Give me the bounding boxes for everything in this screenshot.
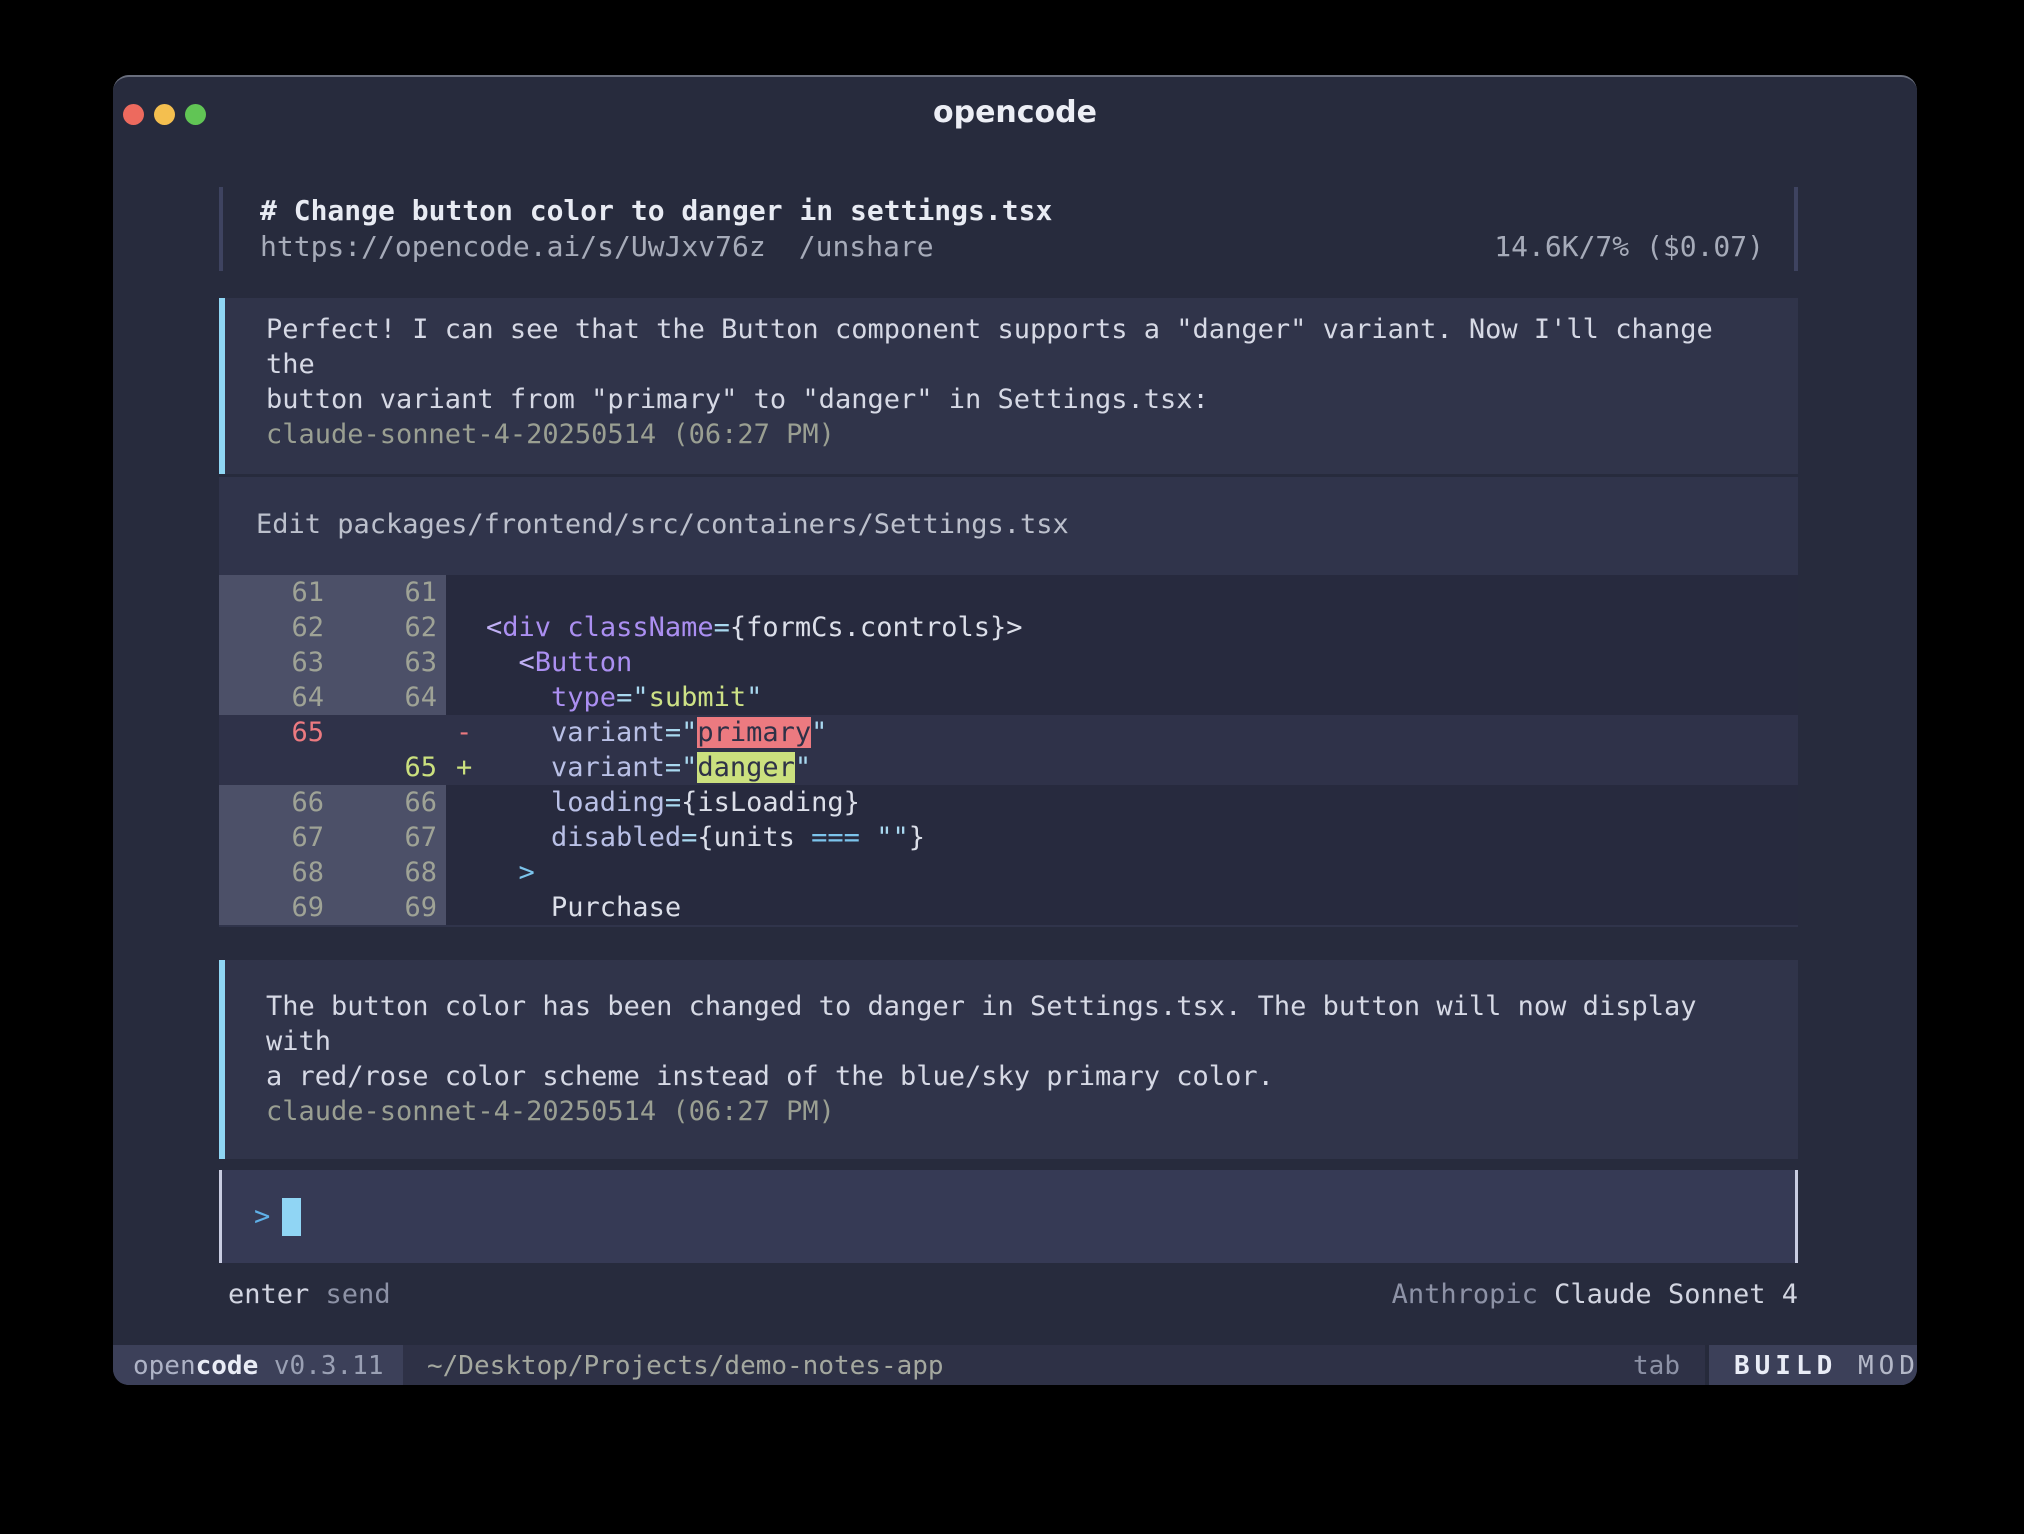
code-line: > bbox=[486, 855, 1798, 890]
diff-row: 6666 loading={isLoading} bbox=[219, 785, 1798, 820]
diff-row: 6868 > bbox=[219, 855, 1798, 890]
diff-marker bbox=[446, 575, 486, 610]
send-action-hint: send bbox=[326, 1279, 391, 1310]
old-line-number: 65 bbox=[219, 715, 324, 750]
assistant-message: The button color has been changed to dan… bbox=[219, 960, 1798, 1159]
diff-marker: - bbox=[446, 715, 486, 750]
working-directory: ~/Desktop/Projects/demo-notes-app bbox=[403, 1345, 1633, 1385]
diff-gutter: 6262 bbox=[219, 610, 446, 645]
code-line: disabled={units === ""} bbox=[486, 820, 1798, 855]
brand-code: code bbox=[196, 1351, 259, 1381]
code-line: <div className={formCs.controls}> bbox=[486, 610, 1798, 645]
diff-marker bbox=[446, 855, 486, 890]
model-label: Claude Sonnet 4 bbox=[1554, 1279, 1798, 1310]
message-meta: claude-sonnet-4-20250514 (06:27 PM) bbox=[266, 417, 1758, 452]
message-meta: claude-sonnet-4-20250514 (06:27 PM) bbox=[266, 1094, 1758, 1129]
diff-row: 65 + variant="danger" bbox=[219, 750, 1798, 785]
status-bar: opencode v0.3.11 ~/Desktop/Projects/demo… bbox=[113, 1345, 1917, 1385]
code-line: variant="danger" bbox=[486, 750, 1798, 785]
mode-toggle[interactable]: BUILD MODE bbox=[1705, 1345, 1917, 1385]
opencode-terminal-window: opencode # Change button color to danger… bbox=[113, 75, 1917, 1385]
diff-gutter: 6767 bbox=[219, 820, 446, 855]
old-line-number bbox=[219, 750, 324, 785]
message-line: a red/rose color scheme instead of the b… bbox=[266, 1059, 1758, 1094]
window-title: opencode bbox=[113, 95, 1917, 130]
message-lines: Perfect! I can see that the Button compo… bbox=[266, 312, 1758, 417]
code-line: loading={isLoading} bbox=[486, 785, 1798, 820]
old-line-number: 66 bbox=[219, 785, 324, 820]
new-line-number: 68 bbox=[324, 855, 437, 890]
diff-marker bbox=[446, 610, 486, 645]
old-line-number: 64 bbox=[219, 680, 324, 715]
footer-hints: enter send Anthropic Claude Sonnet 4 bbox=[228, 1277, 1798, 1312]
edit-tool-card: Edit packages/frontend/src/containers/Se… bbox=[219, 477, 1798, 927]
diff-marker bbox=[446, 890, 486, 925]
assistant-message: Perfect! I can see that the Button compo… bbox=[219, 298, 1798, 474]
diff-marker bbox=[446, 645, 486, 680]
diff-gutter: 65 bbox=[219, 750, 446, 785]
diff-gutter: 6666 bbox=[219, 785, 446, 820]
new-line-number: 65 bbox=[324, 750, 437, 785]
prompt-input[interactable]: > bbox=[219, 1170, 1798, 1263]
diff-row: 6363 <Button bbox=[219, 645, 1798, 680]
new-line-number: 63 bbox=[324, 645, 437, 680]
text-cursor bbox=[282, 1198, 301, 1236]
edit-tool-title: Edit packages/frontend/src/containers/Se… bbox=[219, 507, 1798, 542]
new-line-number: 62 bbox=[324, 610, 437, 645]
old-line-number: 67 bbox=[219, 820, 324, 855]
old-line-number: 62 bbox=[219, 610, 324, 645]
diff-row: 65 - variant="primary" bbox=[219, 715, 1798, 750]
diff-row: 6161 bbox=[219, 575, 1798, 610]
diff-marker bbox=[446, 680, 486, 715]
code-line bbox=[486, 575, 1798, 610]
code-line: variant="primary" bbox=[486, 715, 1798, 750]
session-title: # Change button color to danger in setti… bbox=[260, 193, 1764, 229]
new-line-number: 69 bbox=[324, 890, 437, 925]
diff-gutter: 6161 bbox=[219, 575, 446, 610]
code-line: type="submit" bbox=[486, 680, 1798, 715]
new-line-number: 61 bbox=[324, 575, 437, 610]
diff-gutter: 6868 bbox=[219, 855, 446, 890]
diff-marker bbox=[446, 820, 486, 855]
mode-secondary: MODE bbox=[1858, 1351, 1917, 1381]
message-line: button variant from "primary" to "danger… bbox=[266, 382, 1758, 417]
unshare-command[interactable]: /unshare bbox=[799, 229, 934, 265]
share-url-link[interactable]: https://opencode.ai/s/UwJxv76z bbox=[260, 229, 766, 265]
diff-view: 61616262 <div className={formCs.controls}… bbox=[219, 575, 1798, 925]
context-stats: 14.6K/7% ($0.07) bbox=[1494, 229, 1764, 265]
new-line-number: 66 bbox=[324, 785, 437, 820]
diff-gutter: 6363 bbox=[219, 645, 446, 680]
old-line-number: 68 bbox=[219, 855, 324, 890]
diff-gutter: 65 bbox=[219, 715, 446, 750]
code-line: <Button bbox=[486, 645, 1798, 680]
provider-label: Anthropic bbox=[1392, 1279, 1538, 1310]
old-line-number: 63 bbox=[219, 645, 324, 680]
new-line-number: 67 bbox=[324, 820, 437, 855]
code-line: Purchase bbox=[486, 890, 1798, 925]
tab-key-hint: tab bbox=[1633, 1345, 1705, 1385]
message-lines: The button color has been changed to dan… bbox=[266, 989, 1758, 1094]
diff-row: 6464 type="submit" bbox=[219, 680, 1798, 715]
message-line: Perfect! I can see that the Button compo… bbox=[266, 312, 1758, 382]
prompt-chevron: > bbox=[254, 1201, 270, 1232]
diff-row: 6262 <div className={formCs.controls}> bbox=[219, 610, 1798, 645]
diff-marker bbox=[446, 785, 486, 820]
mode-primary: BUILD bbox=[1734, 1351, 1837, 1381]
app-version-badge: opencode v0.3.11 bbox=[113, 1345, 403, 1385]
brand-open: open bbox=[133, 1351, 196, 1381]
diff-row: 6767 disabled={units === ""} bbox=[219, 820, 1798, 855]
diff-gutter: 6969 bbox=[219, 890, 446, 925]
diff-row: 6969 Purchase bbox=[219, 890, 1798, 925]
message-line: The button color has been changed to dan… bbox=[266, 989, 1758, 1059]
enter-key-hint: enter bbox=[228, 1279, 309, 1310]
old-line-number: 61 bbox=[219, 575, 324, 610]
diff-marker: + bbox=[446, 750, 486, 785]
new-line-number: 64 bbox=[324, 680, 437, 715]
session-header: # Change button color to danger in setti… bbox=[219, 187, 1798, 271]
diff-gutter: 6464 bbox=[219, 680, 446, 715]
old-line-number: 69 bbox=[219, 890, 324, 925]
new-line-number bbox=[324, 715, 437, 750]
window-titlebar[interactable]: opencode bbox=[113, 77, 1917, 143]
app-version: v0.3.11 bbox=[274, 1351, 384, 1381]
